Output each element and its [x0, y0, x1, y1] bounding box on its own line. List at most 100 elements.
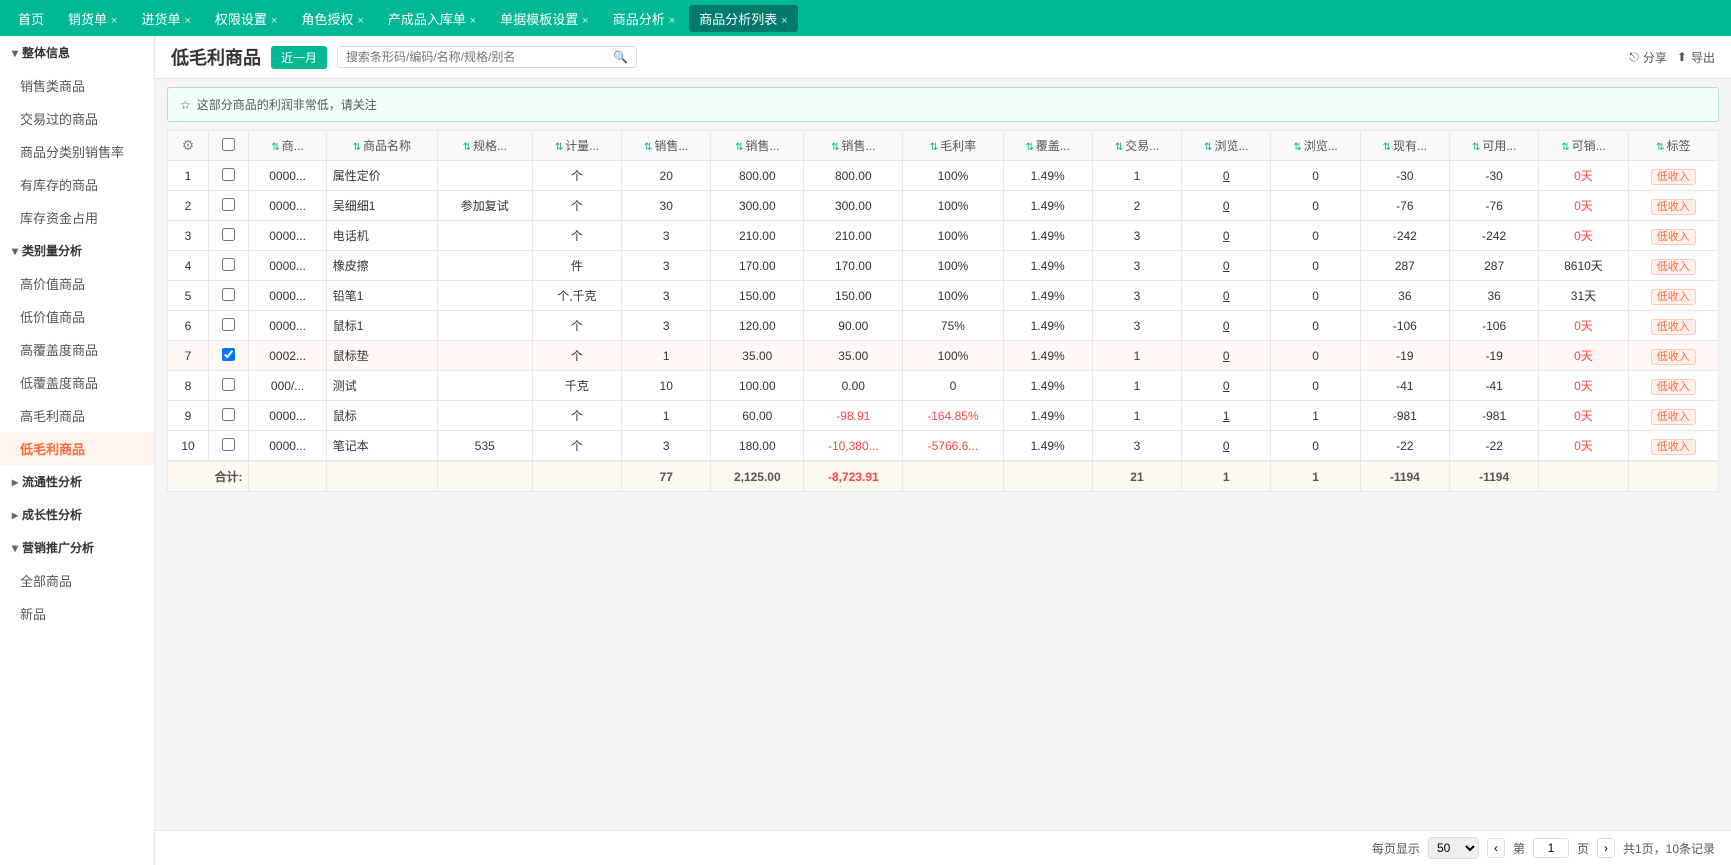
- nav-item-权限设置[interactable]: 权限设置×: [205, 5, 287, 32]
- col-header-current[interactable]: ⇅现有...: [1360, 131, 1449, 161]
- row-current-6: -106: [1360, 311, 1449, 341]
- row-checkbox-10[interactable]: [209, 431, 249, 462]
- row-checkbox-3[interactable]: [209, 221, 249, 251]
- settings-icon[interactable]: ⚙: [182, 137, 195, 153]
- row-view1-5[interactable]: 0: [1182, 281, 1271, 311]
- row-view1-10[interactable]: 0: [1182, 431, 1271, 462]
- col-header-name[interactable]: ⇅商品名称: [326, 131, 437, 161]
- sidebar-section-成长性分析[interactable]: ▸成长性分析: [0, 498, 154, 531]
- col-header-coverage[interactable]: ⇅覆盖...: [1003, 131, 1092, 161]
- sidebar-item-高毛利商品[interactable]: 高毛利商品: [0, 399, 154, 432]
- sidebar-item-低覆盖度商品[interactable]: 低覆盖度商品: [0, 366, 154, 399]
- row-sale-price-3: 210.00: [711, 221, 804, 251]
- row-sale-price-6: 120.00: [711, 311, 804, 341]
- row-sale-qty-8: 10: [622, 371, 711, 401]
- col-header-spec[interactable]: ⇅规格...: [437, 131, 532, 161]
- col-header-sale_profit[interactable]: ⇅销售...: [804, 131, 903, 161]
- sidebar-section-整体信息[interactable]: ▾整体信息: [0, 36, 154, 69]
- share-button[interactable]: ⎋ 分享: [1629, 49, 1667, 66]
- sidebar-section-类别量分析[interactable]: ▾类别量分析: [0, 234, 154, 267]
- nav-item-首页[interactable]: 首页: [8, 5, 54, 32]
- sidebar-item-低价值商品[interactable]: 低价值商品: [0, 300, 154, 333]
- sidebar-item-高价值商品[interactable]: 高价值商品: [0, 267, 154, 300]
- col-header-sale_price[interactable]: ⇅销售...: [711, 131, 804, 161]
- row-checkbox-5[interactable]: [209, 281, 249, 311]
- row-spec-1: [437, 161, 532, 191]
- row-spec-6: [437, 311, 532, 341]
- export-button[interactable]: ⬆ 导出: [1677, 49, 1715, 66]
- nav-item-角色授权[interactable]: 角色授权×: [291, 5, 373, 32]
- row-view1-1[interactable]: 0: [1182, 161, 1271, 191]
- nav-item-商品分析[interactable]: 商品分析×: [603, 5, 685, 32]
- nav-close-icon[interactable]: ×: [582, 15, 588, 27]
- prev-page-button[interactable]: ‹: [1487, 838, 1505, 858]
- row-view1-2[interactable]: 0: [1182, 191, 1271, 221]
- sidebar-item-销售类商品[interactable]: 销售类商品: [0, 69, 154, 102]
- sidebar-section-营销推广分析[interactable]: ▾营销推广分析: [0, 531, 154, 564]
- table-row: 3 0000... 电话机 个 3 210.00 210.00 100% 1.4…: [168, 221, 1719, 251]
- sidebar-item-库存资金占用[interactable]: 库存资金占用: [0, 201, 154, 234]
- nav-close-icon[interactable]: ×: [184, 15, 190, 27]
- row-sale-qty-4: 3: [622, 251, 711, 281]
- col-header-view1[interactable]: ⇅浏览...: [1182, 131, 1271, 161]
- row-checkbox-4[interactable]: [209, 251, 249, 281]
- row-view1-9[interactable]: 1: [1182, 401, 1271, 431]
- col-header-sellable[interactable]: ⇅可销...: [1539, 131, 1628, 161]
- sidebar-item-全部商品[interactable]: 全部商品: [0, 564, 154, 597]
- col-header-tag[interactable]: ⇅标签: [1628, 131, 1718, 161]
- nav-item-商品分析列表[interactable]: 商品分析列表×: [689, 5, 797, 32]
- row-sale-profit-9: -98.91: [804, 401, 903, 431]
- row-view1-6[interactable]: 0: [1182, 311, 1271, 341]
- table-row: 8 000/... 测试 千克 10 100.00 0.00 0 1.49% 1…: [168, 371, 1719, 401]
- row-sale-price-2: 300.00: [711, 191, 804, 221]
- row-gross-margin-6: 75%: [903, 311, 1003, 341]
- nav-close-icon[interactable]: ×: [111, 15, 117, 27]
- col-header-code[interactable]: ⇅商...: [249, 131, 326, 161]
- sidebar-item-低毛利商品[interactable]: 低毛利商品: [0, 432, 154, 465]
- sidebar-item-交易过的商品[interactable]: 交易过的商品: [0, 102, 154, 135]
- nav-item-单据模板设置[interactable]: 单据模板设置×: [490, 5, 598, 32]
- nav-close-icon[interactable]: ×: [357, 15, 363, 27]
- row-view2-6: 0: [1271, 311, 1360, 341]
- nav-item-进货单[interactable]: 进货单×: [131, 5, 200, 32]
- nav-close-icon[interactable]: ×: [271, 15, 277, 27]
- col-header-trade[interactable]: ⇅交易...: [1092, 131, 1181, 161]
- row-trade-9: 1: [1092, 401, 1181, 431]
- page-number-input[interactable]: [1533, 838, 1569, 858]
- col-header-sale_qty[interactable]: ⇅销售...: [622, 131, 711, 161]
- col-header-view2[interactable]: ⇅浏览...: [1271, 131, 1360, 161]
- sidebar-section-流通性分析[interactable]: ▸流通性分析: [0, 465, 154, 498]
- nav-item-销货单[interactable]: 销货单×: [58, 5, 127, 32]
- row-checkbox-1[interactable]: [209, 161, 249, 191]
- nav-close-icon[interactable]: ×: [470, 15, 476, 27]
- col-header-available[interactable]: ⇅可用...: [1450, 131, 1539, 161]
- nav-close-icon[interactable]: ×: [669, 15, 675, 27]
- row-view1-8[interactable]: 0: [1182, 371, 1271, 401]
- nav-close-icon[interactable]: ×: [781, 15, 787, 27]
- row-checkbox-8[interactable]: [209, 371, 249, 401]
- sidebar-item-高覆盖度商品[interactable]: 高覆盖度商品: [0, 333, 154, 366]
- row-checkbox-2[interactable]: [209, 191, 249, 221]
- select-all-checkbox[interactable]: [222, 138, 235, 151]
- next-page-button[interactable]: ›: [1597, 838, 1615, 858]
- row-view1-7[interactable]: 0: [1182, 341, 1271, 371]
- sidebar-item-商品分类别销售率[interactable]: 商品分类别销售率: [0, 135, 154, 168]
- row-code-4: 0000...: [249, 251, 326, 281]
- sidebar-item-有库存的商品[interactable]: 有库存的商品: [0, 168, 154, 201]
- date-filter-button[interactable]: 近一月: [271, 46, 327, 69]
- col-header-gross_margin[interactable]: ⇅毛利率: [903, 131, 1003, 161]
- col-header-unit[interactable]: ⇅计量...: [532, 131, 621, 161]
- row-available-2: -76: [1450, 191, 1539, 221]
- search-input[interactable]: [346, 50, 613, 64]
- nav-item-产成品入库单[interactable]: 产成品入库单×: [378, 5, 486, 32]
- row-trade-2: 2: [1092, 191, 1181, 221]
- row-view1-4[interactable]: 0: [1182, 251, 1271, 281]
- per-page-select[interactable]: 50 100 200: [1428, 837, 1479, 859]
- row-checkbox-9[interactable]: [209, 401, 249, 431]
- row-checkbox-7[interactable]: [209, 341, 249, 371]
- row-gross-margin-8: 0: [903, 371, 1003, 401]
- col-header-settings: ⚙: [168, 131, 209, 161]
- row-view1-3[interactable]: 0: [1182, 221, 1271, 251]
- row-checkbox-6[interactable]: [209, 311, 249, 341]
- sidebar-item-新品[interactable]: 新品: [0, 597, 154, 630]
